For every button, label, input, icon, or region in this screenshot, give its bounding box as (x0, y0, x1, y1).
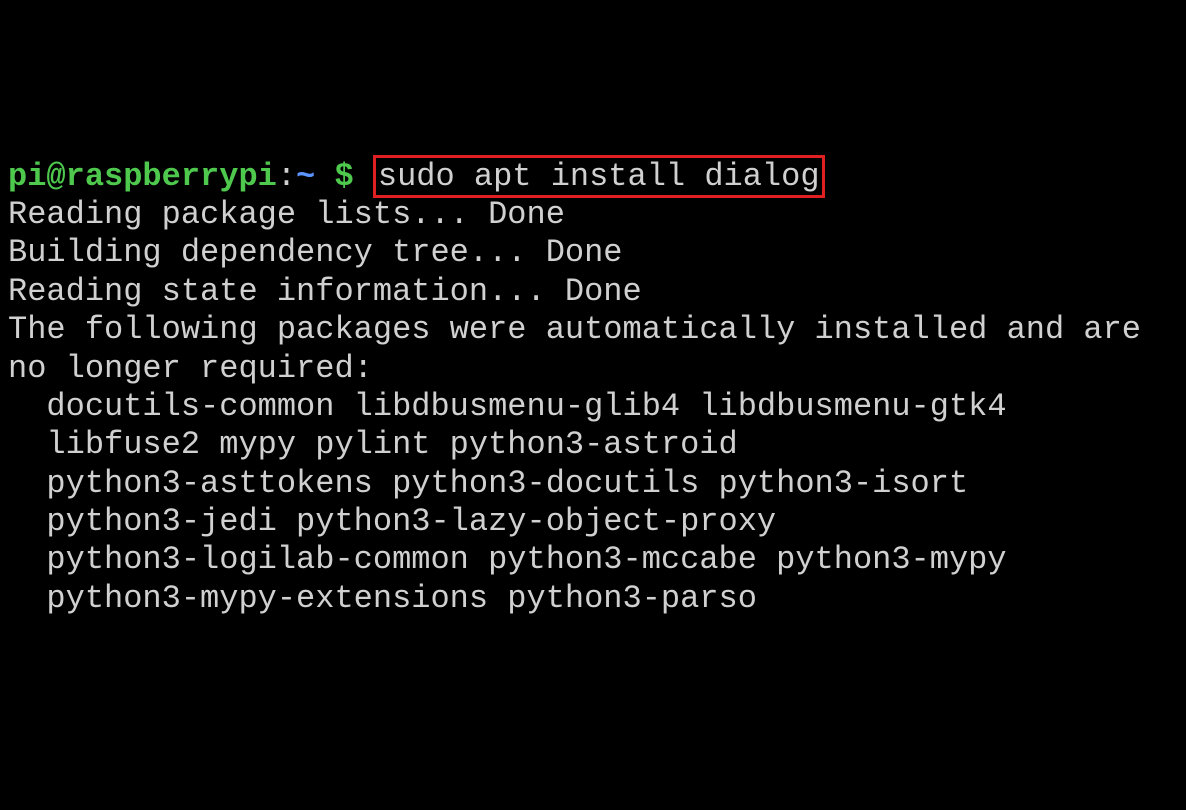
package-list-line: docutils-common libdbusmenu-glib4 libdbu… (8, 388, 1178, 426)
command-highlighted: sudo apt install dialog (373, 155, 825, 198)
package-list-line: python3-mypy-extensions python3-parso (8, 580, 1178, 618)
output-line: Reading package lists... Done (8, 196, 565, 233)
package-list-line: python3-asttokens python3-docutils pytho… (8, 465, 1178, 503)
prompt-dollar: $ (315, 158, 373, 195)
package-list-line: python3-jedi python3-lazy-object-proxy (8, 503, 1178, 541)
prompt-colon: : (277, 158, 296, 195)
output-line: Building dependency tree... Done (8, 234, 623, 271)
terminal-output: pi@raspberrypi:~ $ sudo apt install dial… (8, 158, 1178, 619)
output-line: Reading state information... Done (8, 273, 642, 310)
package-list-line: python3-logilab-common python3-mccabe py… (8, 541, 1178, 579)
output-line: The following packages were automaticall… (8, 311, 1160, 386)
prompt-path: ~ (296, 158, 315, 195)
command-text[interactable]: sudo apt install dialog (378, 158, 820, 195)
package-list-line: libfuse2 mypy pylint python3-astroid (8, 426, 1178, 464)
prompt-user-host: pi@raspberrypi (8, 158, 277, 195)
